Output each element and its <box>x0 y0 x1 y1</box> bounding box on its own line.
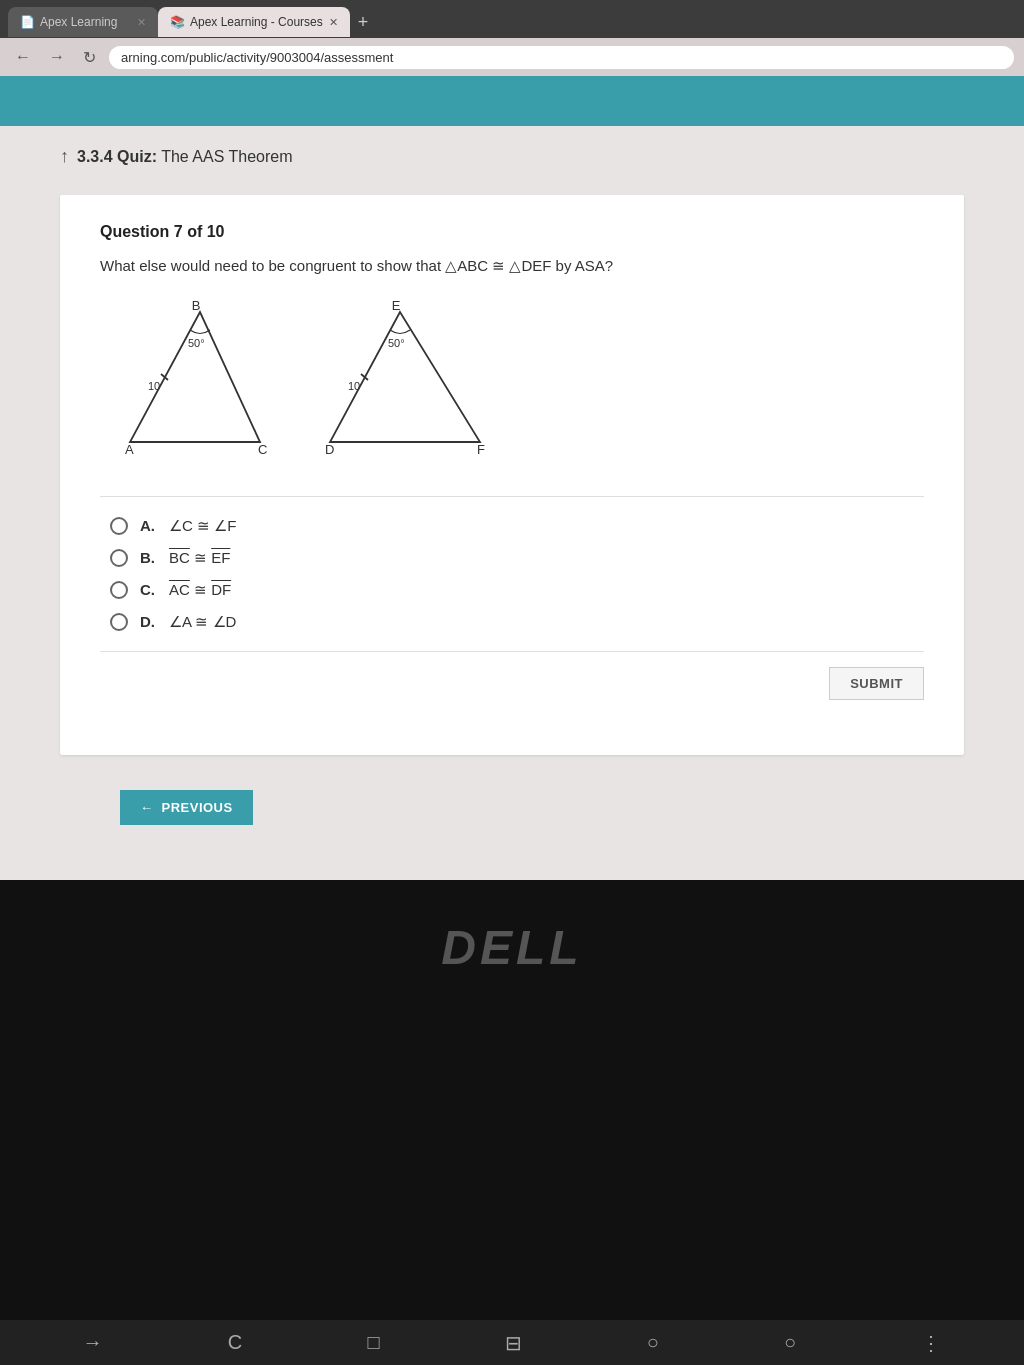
new-tab-button[interactable]: + <box>350 13 377 31</box>
quiz-title: 3.3.4 Quiz: The AAS Theorem <box>77 148 293 166</box>
tab-apex-courses[interactable]: 📚 Apex Learning - Courses ✕ <box>158 7 350 37</box>
option-b-label: B. <box>140 549 155 566</box>
label-e: E <box>392 298 401 313</box>
address-bar-row: ← → ↻ <box>0 38 1024 76</box>
side-ab-label: 10 <box>148 380 160 392</box>
triangle-abc-svg: B A C 50° 10 <box>120 302 280 462</box>
taskbar-more[interactable]: ⋮ <box>916 1326 946 1360</box>
quiz-title-row: ↑ 3.3.4 Quiz: The AAS Theorem <box>60 146 964 167</box>
site-header <box>0 76 1024 126</box>
question-number: Question 7 of 10 <box>100 223 924 241</box>
taskbar-back[interactable]: → <box>78 1326 108 1359</box>
radio-b[interactable] <box>110 549 128 567</box>
submit-button[interactable]: SUBMIT <box>829 667 924 700</box>
angle-e-label: 50° <box>388 337 405 349</box>
label-a: A <box>125 442 134 457</box>
taskbar-search1[interactable]: ○ <box>642 1326 664 1359</box>
taskbar-search2[interactable]: ○ <box>779 1326 801 1359</box>
angle-arc-b <box>190 330 210 334</box>
dell-logo: DELL <box>441 920 582 975</box>
option-c-text: AC ≅ DF <box>169 581 231 599</box>
label-d: D <box>325 442 334 457</box>
radio-a[interactable] <box>110 517 128 535</box>
address-input[interactable] <box>109 46 1014 69</box>
taskbar-split[interactable]: ⊟ <box>500 1326 527 1360</box>
options-list: A. ∠C ≅ ∠F B. BC ≅ EF C. AC ≅ DF D. ∠A ≅… <box>100 517 924 631</box>
question-text: What else would need to be congruent to … <box>100 255 924 278</box>
prev-label: PREVIOUS <box>162 800 233 815</box>
taskbar-refresh[interactable]: C <box>223 1326 247 1359</box>
option-d-text: ∠A ≅ ∠D <box>169 613 236 631</box>
option-a-text: ∠C ≅ ∠F <box>169 517 236 535</box>
side-de-label: 10 <box>348 380 360 392</box>
angle-arc-e <box>390 330 410 334</box>
tab1-favicon: 📄 <box>20 15 34 29</box>
nav-bottom: ← PREVIOUS <box>60 775 964 840</box>
radio-d[interactable] <box>110 613 128 631</box>
tab2-favicon: 📚 <box>170 15 184 29</box>
submit-row: SUBMIT <box>100 651 924 700</box>
option-c[interactable]: C. AC ≅ DF <box>110 581 924 599</box>
radio-c[interactable] <box>110 581 128 599</box>
option-d-label: D. <box>140 613 155 630</box>
tab2-label: Apex Learning - Courses <box>190 15 323 29</box>
browser-chrome: 📄 Apex Learning ✕ 📚 Apex Learning - Cour… <box>0 0 1024 76</box>
triangle-def: E D F 50° 10 <box>320 302 505 466</box>
option-b[interactable]: B. BC ≅ EF <box>110 549 924 567</box>
angle-b-label: 50° <box>188 337 205 349</box>
option-a-label: A. <box>140 517 155 534</box>
taskbar-window[interactable]: □ <box>362 1326 384 1359</box>
refresh-button[interactable]: ↻ <box>78 46 101 69</box>
previous-button[interactable]: ← PREVIOUS <box>120 790 253 825</box>
question-card: Question 7 of 10 What else would need to… <box>60 195 964 755</box>
label-b: B <box>192 298 201 313</box>
taskbar: → C □ ⊟ ○ ○ ⋮ <box>0 1320 1024 1365</box>
option-d[interactable]: D. ∠A ≅ ∠D <box>110 613 924 631</box>
main-content: ↑ 3.3.4 Quiz: The AAS Theorem Question 7… <box>0 126 1024 880</box>
prev-arrow: ← <box>140 800 154 815</box>
tab-bar: 📄 Apex Learning ✕ 📚 Apex Learning - Cour… <box>0 0 1024 38</box>
option-b-text: BC ≅ EF <box>169 549 230 567</box>
label-f: F <box>477 442 485 457</box>
option-a[interactable]: A. ∠C ≅ ∠F <box>110 517 924 535</box>
svg-marker-0 <box>130 312 260 442</box>
svg-marker-1 <box>330 312 480 442</box>
option-c-label: C. <box>140 581 155 598</box>
tab1-label: Apex Learning <box>40 15 117 29</box>
diagrams-row: B A C 50° 10 <box>100 302 924 466</box>
triangle-def-svg: E D F 50° 10 <box>320 302 505 462</box>
bottom-dark-area: DELL <box>0 880 1024 1340</box>
label-c: C <box>258 442 267 457</box>
triangle-abc: B A C 50° 10 <box>120 302 280 466</box>
tab2-close[interactable]: ✕ <box>329 16 338 29</box>
forward-button[interactable]: → <box>44 46 70 68</box>
breadcrumb-arrow: ↑ <box>60 146 69 167</box>
back-button[interactable]: ← <box>10 46 36 68</box>
tab1-close[interactable]: ✕ <box>137 16 146 29</box>
tab-apex-learning[interactable]: 📄 Apex Learning ✕ <box>8 7 158 37</box>
